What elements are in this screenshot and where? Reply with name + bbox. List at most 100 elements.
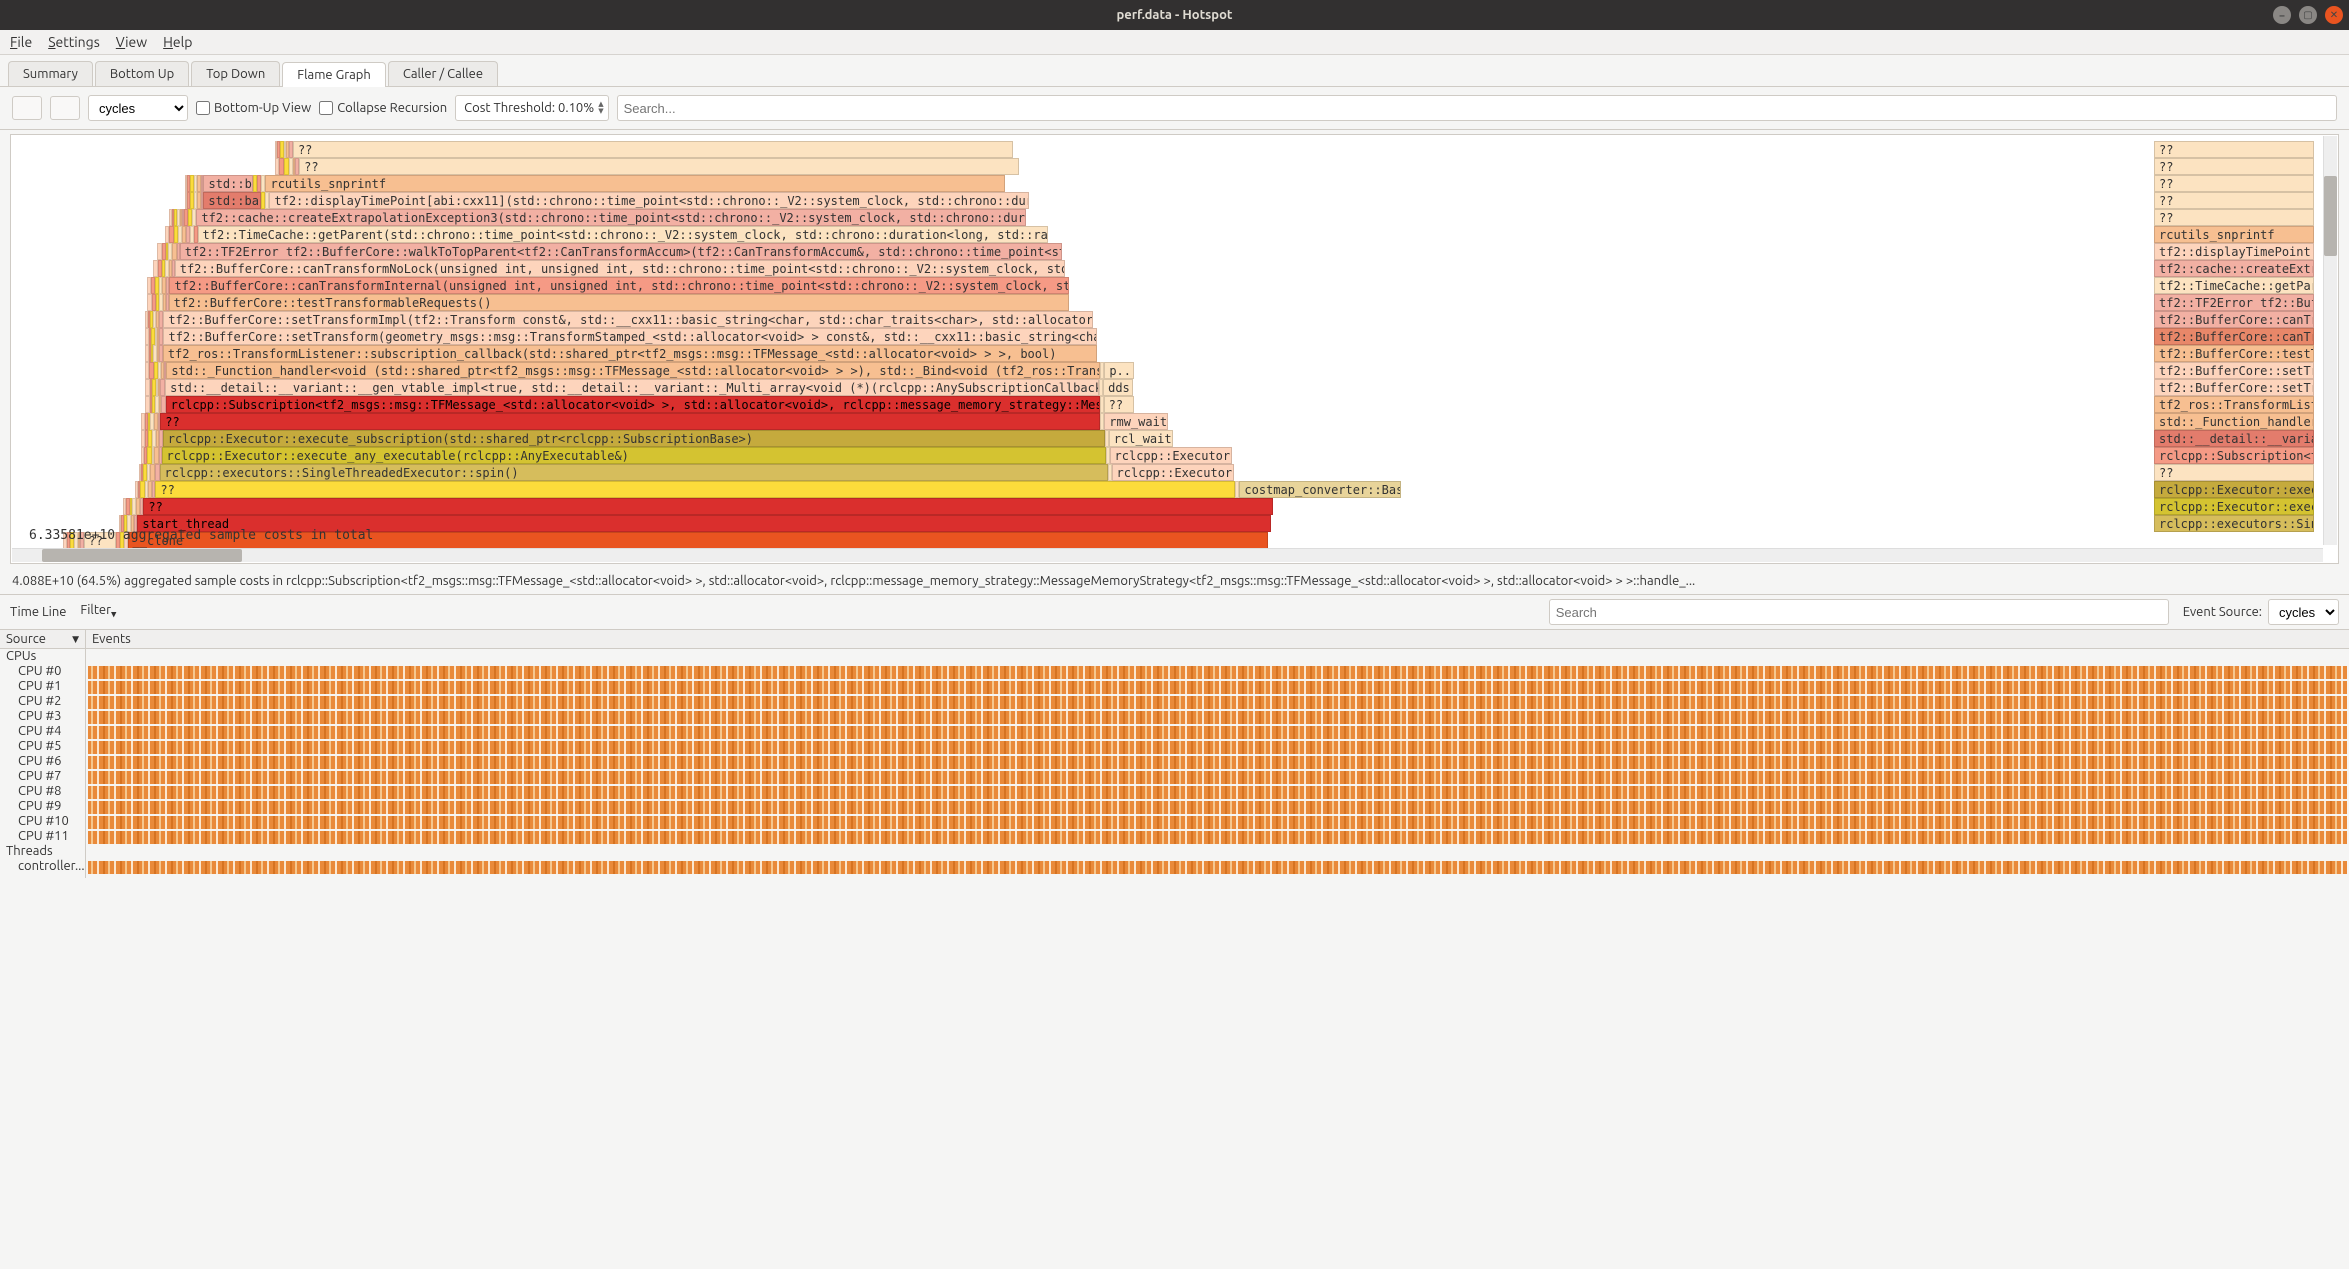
flame-frame[interactable]: tf2::BufferCore::setTransform( — [2154, 379, 2314, 396]
timeline-search-input[interactable] — [1549, 599, 2169, 625]
source-row[interactable]: CPUs — [0, 649, 85, 664]
flame-frame[interactable]: ?? — [2154, 209, 2314, 226]
flame-frame[interactable]: tf2_ros::TransformListener::subscription… — [163, 345, 1097, 362]
source-row[interactable]: controller... — [0, 859, 85, 874]
flame-frame[interactable]: rclcpp::Executor::execute_any_ — [2154, 498, 2314, 515]
flame-frame[interactable]: rcl_wait — [1109, 430, 1173, 447]
source-row[interactable]: CPU #5 — [0, 739, 85, 754]
events-list[interactable] — [86, 649, 2349, 878]
flame-frame[interactable]: tf2::BufferCore::testTransforn — [2154, 345, 2314, 362]
source-row[interactable]: CPU #11 — [0, 829, 85, 844]
flame-frame[interactable]: tf2::displayTimePoint[ab — [2154, 243, 2314, 260]
source-row[interactable]: CPU #6 — [0, 754, 85, 769]
close-icon[interactable]: ✕ — [2325, 6, 2343, 24]
spinner-down-icon[interactable]: ▼ — [598, 108, 603, 115]
source-row[interactable]: CPU #1 — [0, 679, 85, 694]
flame-frame[interactable]: std::_Function_handler<void (st — [2154, 413, 2314, 430]
col-events[interactable]: Events — [86, 630, 2349, 648]
event-track[interactable] — [88, 681, 2347, 694]
tab-summary[interactable]: Summary — [8, 61, 93, 86]
menu-view[interactable]: View — [116, 34, 147, 50]
flame-scrollbar-vertical[interactable] — [2323, 136, 2337, 545]
menu-help[interactable]: Help — [163, 34, 192, 50]
flame-frame[interactable]: tf2::cache::createExtrapolationException… — [196, 209, 1026, 226]
event-track[interactable] — [88, 861, 2347, 874]
flame-frame[interactable]: rclcpp::executors::SingleThreadedExecuto… — [160, 464, 1108, 481]
event-track[interactable] — [88, 801, 2347, 814]
source-row[interactable]: CPU #8 — [0, 784, 85, 799]
flame-frame[interactable]: ?? — [2154, 158, 2314, 175]
flame-frame[interactable]: ?? — [1104, 396, 1134, 413]
flame-frame[interactable]: ?? — [2154, 464, 2314, 481]
flame-frame[interactable]: ?? — [160, 413, 1100, 430]
flame-frame[interactable]: ?? — [2154, 175, 2314, 192]
collapse-checkbox-wrap[interactable]: Collapse Recursion — [319, 101, 447, 115]
flame-frame[interactable]: tf2::BufferCore::testTransformableReques… — [169, 294, 1069, 311]
flame-frame[interactable]: ?? — [143, 498, 1273, 515]
flame-frame[interactable]: tf2::cache::createExtrapola — [2154, 260, 2314, 277]
cost-threshold-spinner[interactable]: Cost Threshold: 0.10% ▲ ▼ — [455, 95, 608, 121]
flame-frame[interactable]: tf2::BufferCore::setTransformImpl(tf2::T… — [163, 311, 1093, 328]
flame-scrollbar-horizontal[interactable] — [12, 548, 2323, 562]
flame-frame[interactable]: costmap_converter::Bas... — [1239, 481, 1401, 498]
event-track[interactable] — [88, 741, 2347, 754]
menu-file[interactable]: File — [10, 34, 32, 50]
flame-frame[interactable]: tf2::TF2Error tf2::BufferCore::walkToTop… — [180, 243, 1062, 260]
menu-settings[interactable]: Settings — [48, 34, 100, 50]
event-source-select[interactable]: cycles — [2268, 599, 2339, 625]
nav-back-button[interactable] — [12, 96, 42, 120]
minimize-icon[interactable]: – — [2273, 6, 2291, 24]
flame-frame[interactable]: rmw_wait — [1104, 413, 1168, 430]
flame-frame[interactable]: rclcpp::Executor::execute_subscription(s… — [163, 430, 1105, 447]
source-row[interactable]: CPU #10 — [0, 814, 85, 829]
tab-callercallee[interactable]: Caller / Callee — [388, 61, 498, 86]
event-track[interactable] — [88, 726, 2347, 739]
flame-frame[interactable]: tf2::TF2Error tf2::BufferCor — [2154, 294, 2314, 311]
flame-frame[interactable]: std::_Function_handler<void (std::shared… — [166, 362, 1100, 379]
event-track[interactable] — [88, 666, 2347, 679]
bottomup-checkbox[interactable] — [196, 101, 210, 115]
flame-frame[interactable]: tf2::displayTimePoint[abi:cxx11](std::ch… — [269, 192, 1029, 209]
tab-bottomup[interactable]: Bottom Up — [95, 61, 189, 86]
flame-frame[interactable]: tf2::BufferCore::setTransform(geometry_m… — [163, 328, 1097, 345]
flame-frame[interactable]: tf2::BufferCore::setTransformI — [2154, 362, 2314, 379]
flame-frame[interactable]: tf2_ros::TransformListener::su — [2154, 396, 2314, 413]
source-list[interactable]: CPUsCPU #0CPU #1CPU #2CPU #3CPU #4CPU #5… — [0, 649, 86, 878]
flame-frame[interactable]: rclcpp::Executor::w — [1110, 447, 1232, 464]
source-row[interactable]: CPU #4 — [0, 724, 85, 739]
source-row[interactable]: CPU #9 — [0, 799, 85, 814]
flame-frame[interactable]: p... — [1104, 362, 1134, 379]
flame-frame[interactable]: rcutils_snprintf — [2154, 226, 2314, 243]
event-track[interactable] — [88, 696, 2347, 709]
tab-topdown[interactable]: Top Down — [191, 61, 280, 86]
source-row[interactable]: CPU #2 — [0, 694, 85, 709]
source-row[interactable]: CPU #3 — [0, 709, 85, 724]
flame-frame[interactable]: std::ba... — [203, 192, 261, 209]
source-row[interactable]: Threads — [0, 844, 85, 859]
maximize-icon[interactable]: ▢ — [2299, 6, 2317, 24]
flame-frame[interactable]: ?? — [299, 158, 1019, 175]
flame-graph[interactable]: ????std::b...rcutils_snprintfstd::ba...t… — [10, 134, 2339, 564]
flame-frame[interactable]: rclcpp::Executor::execute_subs — [2154, 481, 2314, 498]
col-source[interactable]: Source▼ — [0, 630, 86, 648]
tab-flamegraph[interactable]: Flame Graph — [282, 62, 386, 87]
flame-frame[interactable]: ?? — [2154, 141, 2314, 158]
flame-search-input[interactable] — [617, 95, 2337, 121]
flame-frame[interactable]: std::__detail::__variant::__ge — [2154, 430, 2314, 447]
event-track[interactable] — [88, 771, 2347, 784]
flame-frame[interactable]: rcutils_snprintf — [265, 175, 1005, 192]
nav-forward-button[interactable] — [50, 96, 80, 120]
event-track[interactable] — [88, 831, 2347, 844]
event-track[interactable] — [88, 786, 2347, 799]
flame-frame[interactable]: ?? — [293, 141, 1013, 158]
flame-frame[interactable]: rclcpp::Subscription<tf2_msgs: — [2154, 447, 2314, 464]
flame-frame[interactable]: rclcpp::Executor::execute_any_executable… — [162, 447, 1106, 464]
flame-frame[interactable]: tf2::TimeCache::getParent(s — [2154, 277, 2314, 294]
flame-frame[interactable]: rclcpp::Subscription<tf2_msgs::msg::TFMe… — [166, 396, 1100, 413]
flame-frame[interactable]: std::b... — [203, 175, 253, 192]
flame-frame[interactable]: tf2::TimeCache::getParent(std::chrono::t… — [198, 226, 1048, 243]
event-track[interactable] — [88, 816, 2347, 829]
flame-frame[interactable]: ?? — [155, 481, 1235, 498]
source-row[interactable]: CPU #0 — [0, 664, 85, 679]
flame-frame[interactable]: tf2::BufferCore::canTransformInternal(un… — [169, 277, 1069, 294]
